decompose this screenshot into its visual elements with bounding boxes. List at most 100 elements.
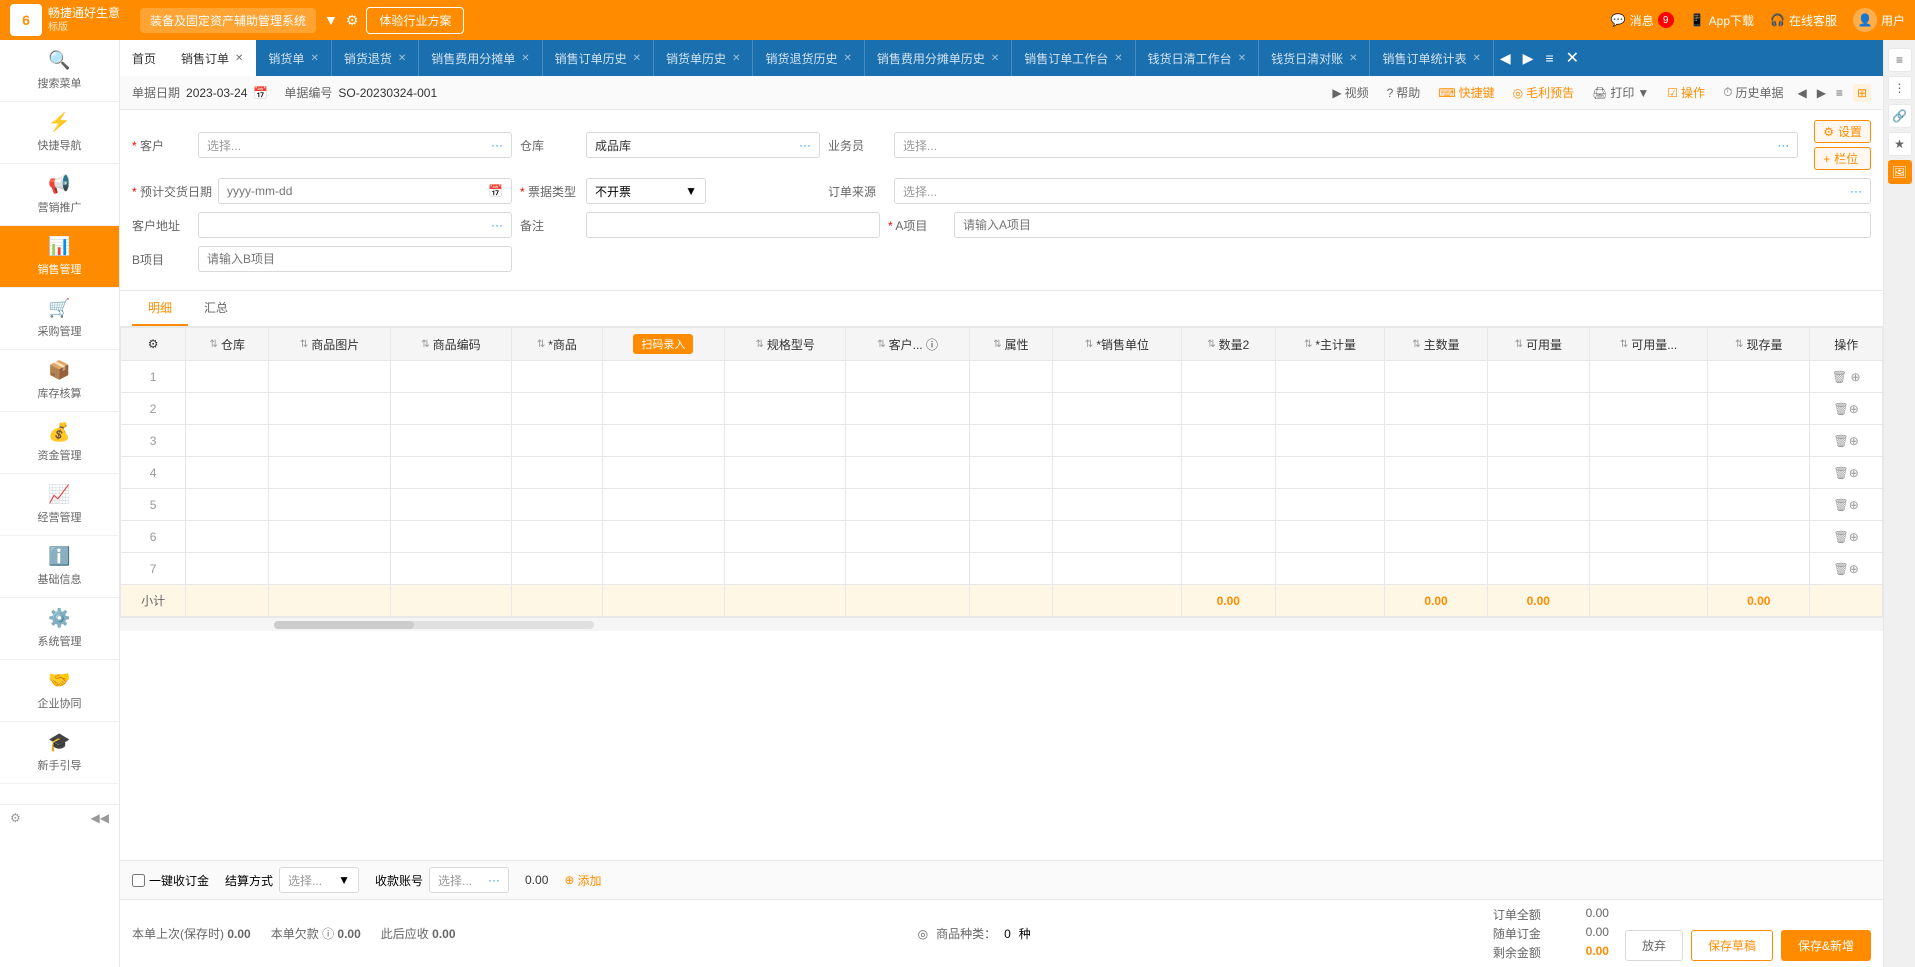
nav-left-icon[interactable]: ◀ [1797,86,1806,100]
nav-right-icon[interactable]: ▶ [1817,86,1826,100]
online-support-btn[interactable]: 🎧 在线客服 [1770,12,1837,29]
th-main-unit[interactable]: ⇅*主计量 [1275,328,1385,361]
th-spec[interactable]: ⇅规格型号 [725,328,846,361]
due-hint-icon[interactable]: ⓘ [322,927,334,941]
copy-icon[interactable]: ⊕ [1850,370,1860,384]
tab-workbench[interactable]: 销售订单工作台 ✕ [1012,40,1135,76]
sidebar-item-quicknav[interactable]: ⚡ 快捷导航 [0,102,119,164]
cell-available2[interactable] [1589,361,1707,393]
delete-icon[interactable]: 🗑 [1834,434,1849,448]
delivery-date-text[interactable] [227,184,488,198]
remarks-input[interactable] [586,212,880,238]
right-panel-btn-2[interactable]: ⋮ [1888,76,1912,100]
add-payment-btn[interactable]: ⊕ 添加 [564,872,601,889]
th-scan[interactable]: 扫码录入 [602,328,724,361]
tab-close-icon[interactable]: ✕ [991,53,999,64]
one-click-checkbox[interactable] [132,874,145,887]
sidebar-settings-icon[interactable]: ⚙ [10,811,21,825]
customer-dots-icon[interactable]: ··· [491,138,503,152]
copy-icon[interactable]: ⊕ [1849,402,1859,416]
right-panel-btn-4[interactable]: ★ [1888,132,1912,156]
order-no-value[interactable]: SO-20230324-001 [338,86,437,100]
print-btn[interactable]: 🖨打印 ▼ [1588,82,1653,103]
tab-home[interactable]: 首页 [120,40,169,76]
tab-close-icon[interactable]: ✕ [235,53,243,64]
settings-btn[interactable]: ⚙ 设置 [1814,120,1871,143]
tab-menu-btn[interactable]: ≡ [1539,50,1559,66]
staff-dots-icon[interactable]: ··· [1777,138,1789,152]
tab-sales-stats[interactable]: 销售订单统计表 ✕ [1370,40,1493,76]
th-unit[interactable]: ⇅*销售单位 [1053,328,1182,361]
copy-icon[interactable]: ⊕ [1849,530,1859,544]
th-code[interactable]: ⇅商品编码 [390,328,511,361]
view-video-btn[interactable]: ▶视频 [1328,82,1372,103]
sidebar-item-sales[interactable]: 📊 销售管理 [0,226,119,288]
th-available[interactable]: ⇅可用量 [1487,328,1589,361]
profit-btn[interactable]: ◎毛利预告 [1509,82,1579,103]
tab-close-all-btn[interactable]: ✕ [1560,48,1585,68]
sidebar-item-inventory[interactable]: 📦 库存核算 [0,350,119,412]
calendar-icon[interactable]: 📅 [253,86,268,100]
sidebar-collapse-icon[interactable]: ◀◀ [91,811,109,825]
delete-icon[interactable]: 🗑 [1832,370,1847,384]
horizontal-scrollbar[interactable] [120,617,1883,631]
b-project-input[interactable] [198,246,512,272]
tab-close-icon[interactable]: ✕ [633,53,641,64]
discard-btn[interactable]: 放弃 [1625,930,1683,961]
add-column-btn[interactable]: + 栏位 [1814,147,1871,170]
shortcut-btn[interactable]: ⌨快捷键 [1434,82,1498,103]
tab-return[interactable]: 销货退货 ✕ [332,40,419,76]
tab-return-history[interactable]: 销货退货历史 ✕ [753,40,864,76]
tab-close-icon[interactable]: ✕ [310,53,318,64]
th-qty2[interactable]: ⇅数量2 [1181,328,1275,361]
th-product[interactable]: ⇅*商品 [512,328,603,361]
order-source-dots-icon[interactable]: ··· [1850,184,1862,198]
tab-close-icon[interactable]: ✕ [843,53,851,64]
tab-order-history[interactable]: 销售订单历史 ✕ [543,40,654,76]
product-count-icon[interactable]: ◎ [918,927,928,941]
tab-expense-history[interactable]: 销售费用分摊单历史 ✕ [865,40,1012,76]
history-btn[interactable]: ⏱历史单据 [1719,82,1787,103]
tab-sales-history[interactable]: 销货单历史 ✕ [654,40,753,76]
th-settings[interactable]: ⚙ [121,328,186,361]
right-panel-btn-1[interactable]: ≡ [1888,48,1912,72]
th-attr[interactable]: ⇅属性 [969,328,1052,361]
invoice-select[interactable]: 不开票 ▼ [586,178,706,204]
th-available2[interactable]: ⇅可用量... [1589,328,1707,361]
operation-btn[interactable]: ☑操作 [1663,82,1709,103]
cell-stock[interactable] [1708,361,1810,393]
delete-icon[interactable]: 🗑 [1834,562,1849,576]
th-main-qty[interactable]: ⇅主数量 [1385,328,1487,361]
system-dropdown-icon[interactable]: ▼ [324,12,338,28]
tab-detail[interactable]: 明细 [132,291,188,326]
sidebar-item-purchase[interactable]: 🛒 采购管理 [0,288,119,350]
copy-icon[interactable]: ⊕ [1849,434,1859,448]
cell-code[interactable] [390,361,511,393]
order-source-input[interactable]: 选择... ··· [894,178,1871,204]
sidebar-item-marketing[interactable]: 📢 营销推广 [0,164,119,226]
industry-btn[interactable]: 体验行业方案 [366,7,464,34]
settings-gear-icon[interactable]: ⚙ [346,12,359,29]
tab-reconcile[interactable]: 钱货日清对账 ✕ [1259,40,1370,76]
tab-sales[interactable]: 销货单 ✕ [256,40,331,76]
cell-attr[interactable] [969,361,1052,393]
delete-icon[interactable]: 🗑 [1834,402,1849,416]
cell-qty2[interactable] [1181,361,1275,393]
b-project-text[interactable] [207,252,503,266]
tab-close-icon[interactable]: ✕ [732,53,740,64]
sidebar-item-finance[interactable]: 💰 资金管理 [0,412,119,474]
sidebar-item-guide[interactable]: 🎓 新手引导 [0,722,119,784]
grid-view-icon[interactable]: ⊞ [1853,84,1871,102]
print-dropdown-icon[interactable]: ▼ [1637,86,1649,100]
cell-customer-code[interactable] [846,361,969,393]
cell-scan[interactable] [602,361,724,393]
sidebar-item-search[interactable]: 🔍 搜索菜单 [0,40,119,102]
tab-close-icon[interactable]: ✕ [398,53,406,64]
save-new-btn[interactable]: 保存&新增 [1781,930,1871,961]
copy-icon[interactable]: ⊕ [1849,562,1859,576]
copy-icon[interactable]: ⊕ [1849,498,1859,512]
remarks-text[interactable] [595,218,871,232]
tab-close-icon[interactable]: ✕ [1349,53,1357,64]
copy-icon[interactable]: ⊕ [1849,466,1859,480]
tab-expense-split[interactable]: 销售费用分摊单 ✕ [419,40,542,76]
